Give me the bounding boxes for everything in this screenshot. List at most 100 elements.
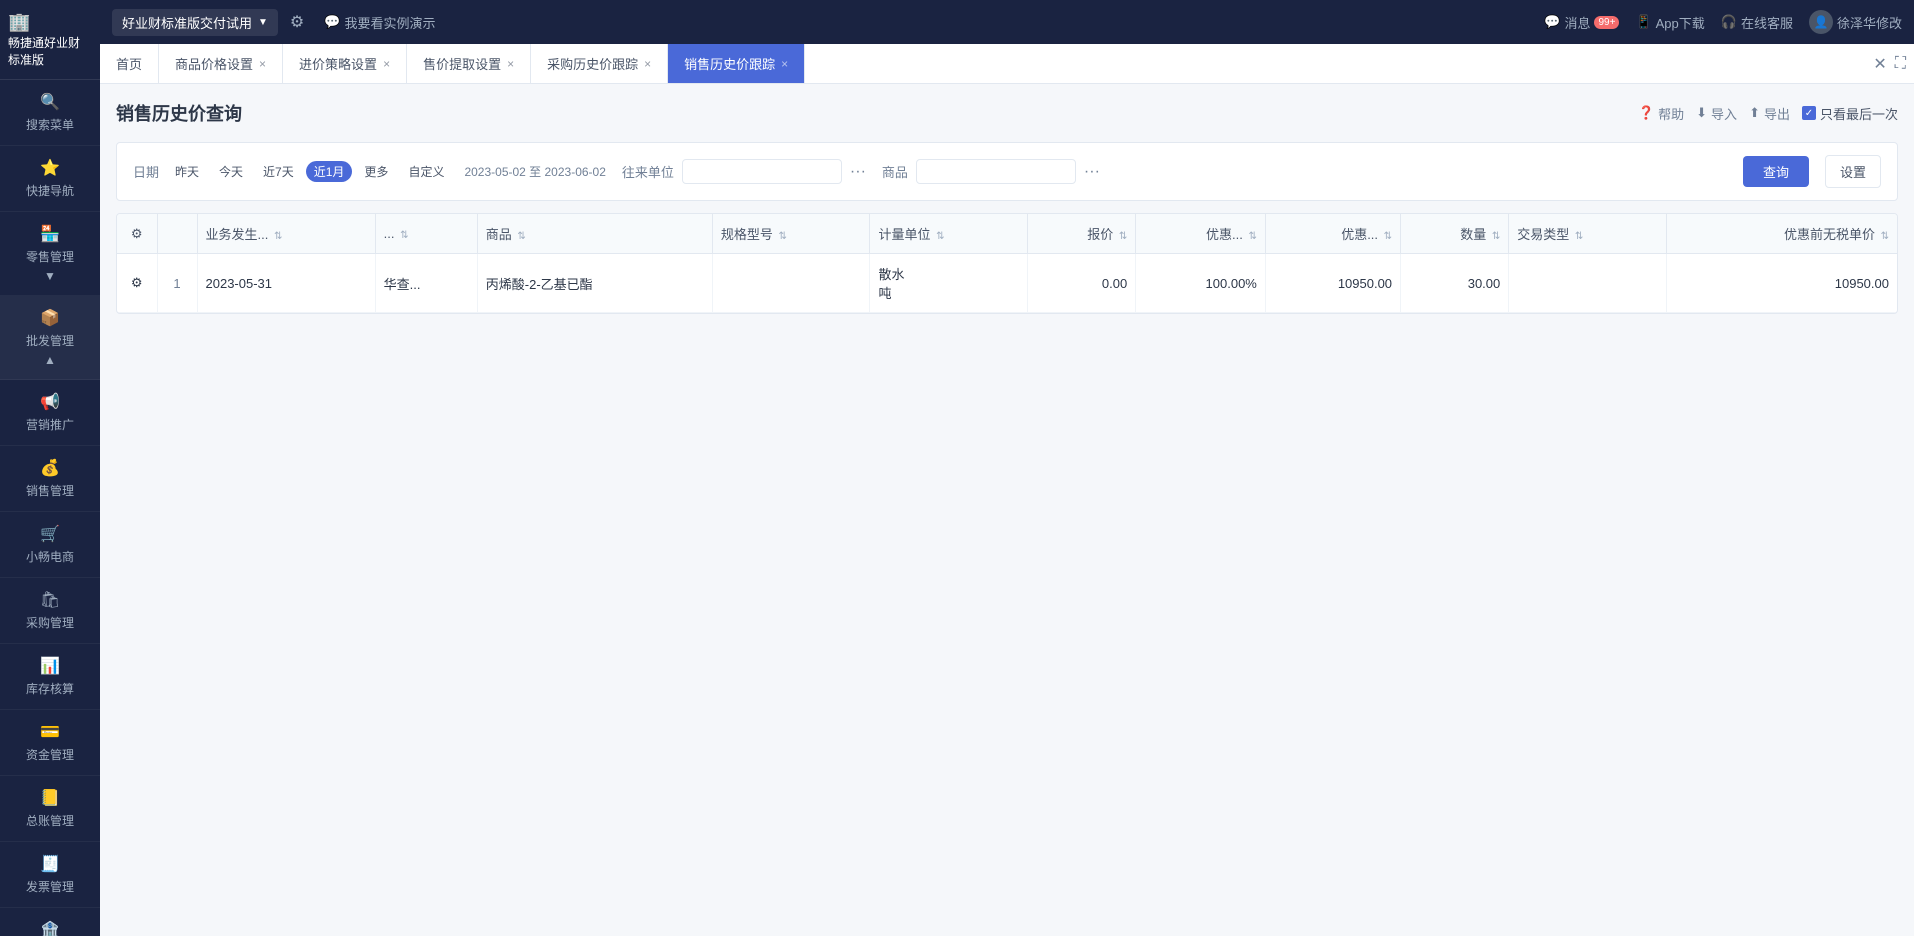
sidebar-item-sales[interactable]: 💰 销售管理 (0, 446, 100, 512)
sidebar-item-label: 小畅电商 (26, 548, 74, 565)
tab-expand-btn[interactable]: ⛶ (1895, 55, 1906, 73)
th-dots-label: ... (384, 226, 395, 241)
tab-close-icon[interactable]: × (259, 57, 266, 71)
date-opt-yesterday[interactable]: 昨天 (167, 161, 207, 182)
retail-arrow-icon: ▼ (44, 269, 56, 283)
sidebar-item-inventory[interactable]: 📊 库存核算 (0, 644, 100, 710)
setting-btn[interactable]: 设置 (1825, 155, 1881, 188)
product-dots[interactable]: ··· (1084, 163, 1100, 181)
row-discount2: 10950.00 (1265, 254, 1400, 313)
tab-purchase-strategy[interactable]: 进价策略设置 × (283, 44, 407, 84)
invoice-icon: 🧾 (40, 854, 60, 874)
sidebar-item-tax[interactable]: 🏦 税务管理 (0, 908, 100, 936)
date-opt-7days[interactable]: 近7天 (255, 161, 302, 182)
tab-purchase-history[interactable]: 采购历史价跟踪 × (531, 44, 668, 84)
version-selector[interactable]: 好业财标准版交付试用 ▼ (112, 9, 278, 36)
sidebar-item-retail[interactable]: 🏪 零售管理 ▼ (0, 212, 100, 296)
sidebar-item-ecommerce-small[interactable]: 🛒 小畅电商 (0, 512, 100, 578)
page-header: 销售历史价查询 ❓ 帮助 ⬇ 导入 ⬆ 导出 ✓ 只看最后一次 (116, 100, 1898, 126)
date-range: 2023-05-02 至 2023-06-02 (464, 163, 605, 180)
app-download-label: App下载 (1656, 13, 1705, 32)
filter-row: 日期 昨天 今天 近7天 近1月 更多 自定义 2023-05-02 至 202… (133, 155, 1881, 188)
th-spec[interactable]: 规格型号 ⇅ (712, 214, 870, 254)
tab-home-label: 首页 (116, 54, 142, 73)
search-icon: 🔍 (40, 92, 60, 112)
th-quantity[interactable]: 数量 ⇅ (1401, 214, 1509, 254)
tab-sale-price-extract-label: 售价提取设置 (423, 54, 501, 73)
row-pretax: 10950.00 (1666, 254, 1897, 313)
demo-label: 我要看实例演示 (344, 13, 435, 32)
th-pretax[interactable]: 优惠前无税单价 ⇅ (1666, 214, 1897, 254)
row-txtype (1509, 254, 1667, 313)
search-btn[interactable]: 查询 (1743, 156, 1809, 187)
app-download-btn[interactable]: 📱 App下载 (1635, 13, 1704, 32)
product-input[interactable] (916, 159, 1076, 184)
demo-button[interactable]: 💬 我要看实例演示 (324, 13, 435, 32)
th-discount1[interactable]: 优惠... ⇅ (1136, 214, 1266, 254)
date-opt-more[interactable]: 更多 (356, 161, 396, 182)
row-gear[interactable]: ⚙ (117, 254, 157, 313)
th-discount2[interactable]: 优惠... ⇅ (1265, 214, 1400, 254)
sidebar-item-label: 快捷导航 (26, 182, 74, 199)
help-btn[interactable]: ❓ 帮助 (1638, 104, 1684, 123)
sidebar-item-ledger[interactable]: 📒 总账管理 (0, 776, 100, 842)
tab-purchase-strategy-label: 进价策略设置 (299, 54, 377, 73)
messages-icon: 💬 (1544, 14, 1560, 30)
tab-close-icon[interactable]: × (507, 57, 514, 71)
th-unit[interactable]: 计量单位 ⇅ (870, 214, 1028, 254)
sidebar-item-label: 资金管理 (26, 746, 74, 763)
tab-close-icon[interactable]: × (383, 57, 390, 71)
row-product: 丙烯酸-2-乙基已酯 (477, 254, 712, 313)
export-btn[interactable]: ⬆ 导出 (1749, 104, 1790, 123)
row-spec (712, 254, 870, 313)
th-price-sort-icon: ⇅ (1119, 231, 1127, 242)
th-product-sort-icon: ⇅ (517, 231, 525, 242)
tab-close-icon[interactable]: × (644, 57, 651, 71)
retail-icon: 🏪 (40, 224, 60, 244)
row-quantity: 30.00 (1401, 254, 1509, 313)
sidebar-item-invoice[interactable]: 🧾 发票管理 (0, 842, 100, 908)
source-unit-dots[interactable]: ··· (850, 163, 866, 181)
product-filter-group: 商品 ··· (882, 159, 1100, 184)
tab-sale-price-extract[interactable]: 售价提取设置 × (407, 44, 531, 84)
date-opt-today[interactable]: 今天 (211, 161, 251, 182)
last-only-checkbox[interactable]: ✓ 只看最后一次 (1802, 104, 1898, 123)
date-opt-1month[interactable]: 近1月 (306, 161, 353, 182)
tab-close-icon[interactable]: × (781, 57, 788, 71)
import-btn[interactable]: ⬇ 导入 (1696, 104, 1737, 123)
tab-close-btn[interactable]: ✕ (1873, 54, 1886, 74)
th-date[interactable]: 业务发生... ⇅ (197, 214, 375, 254)
date-opt-custom[interactable]: 自定义 (400, 161, 452, 182)
user-info[interactable]: 👤 徐泽华修改 (1809, 10, 1902, 34)
tab-sales-history[interactable]: 销售历史价跟踪 × (668, 44, 805, 84)
last-only-label: 只看最后一次 (1820, 104, 1898, 123)
source-unit-input[interactable] (682, 159, 842, 184)
product-label: 商品 (882, 162, 908, 181)
sidebar-item-label: 总账管理 (26, 812, 74, 829)
th-pretax-sort-icon: ⇅ (1881, 231, 1889, 242)
tab-bar-right: ✕ ⛶ (1865, 54, 1914, 74)
sidebar-item-wholesale[interactable]: 📦 批发管理 ▲ (0, 296, 100, 380)
th-price[interactable]: 报价 ⇅ (1028, 214, 1136, 254)
th-product[interactable]: 商品 ⇅ (477, 214, 712, 254)
sidebar-item-search[interactable]: 🔍 搜索菜单 (0, 80, 100, 146)
th-txtype-label: 交易类型 (1517, 227, 1569, 242)
sidebar-item-marketing[interactable]: 📢 营销推广 (0, 380, 100, 446)
th-gear[interactable]: ⚙ (117, 214, 157, 254)
help-icon: ❓ (1638, 105, 1654, 121)
sidebar-item-purchase[interactable]: 🛍 采购管理 (0, 578, 100, 644)
th-dots[interactable]: ... ⇅ (375, 214, 477, 254)
messages-btn[interactable]: 💬 消息 99+ (1544, 13, 1619, 32)
source-unit-label: 往来单位 (622, 162, 674, 181)
sidebar-item-nav[interactable]: ⭐ 快捷导航 (0, 146, 100, 212)
sidebar-item-label: 营销推广 (26, 416, 74, 433)
tab-product-price[interactable]: 商品价格设置 × (159, 44, 283, 84)
sidebar-item-finance[interactable]: 💳 资金管理 (0, 710, 100, 776)
th-txtype[interactable]: 交易类型 ⇅ (1509, 214, 1667, 254)
data-table: ⚙ 业务发生... ⇅ ... ⇅ 商品 ⇅ (116, 213, 1898, 314)
top-settings-btn[interactable]: ⚙ (286, 8, 308, 36)
filter-area: 日期 昨天 今天 近7天 近1月 更多 自定义 2023-05-02 至 202… (116, 142, 1898, 201)
tab-home[interactable]: 首页 (100, 44, 159, 84)
sales-icon: 💰 (40, 458, 60, 478)
online-service-btn[interactable]: 🎧 在线客服 (1721, 13, 1793, 32)
